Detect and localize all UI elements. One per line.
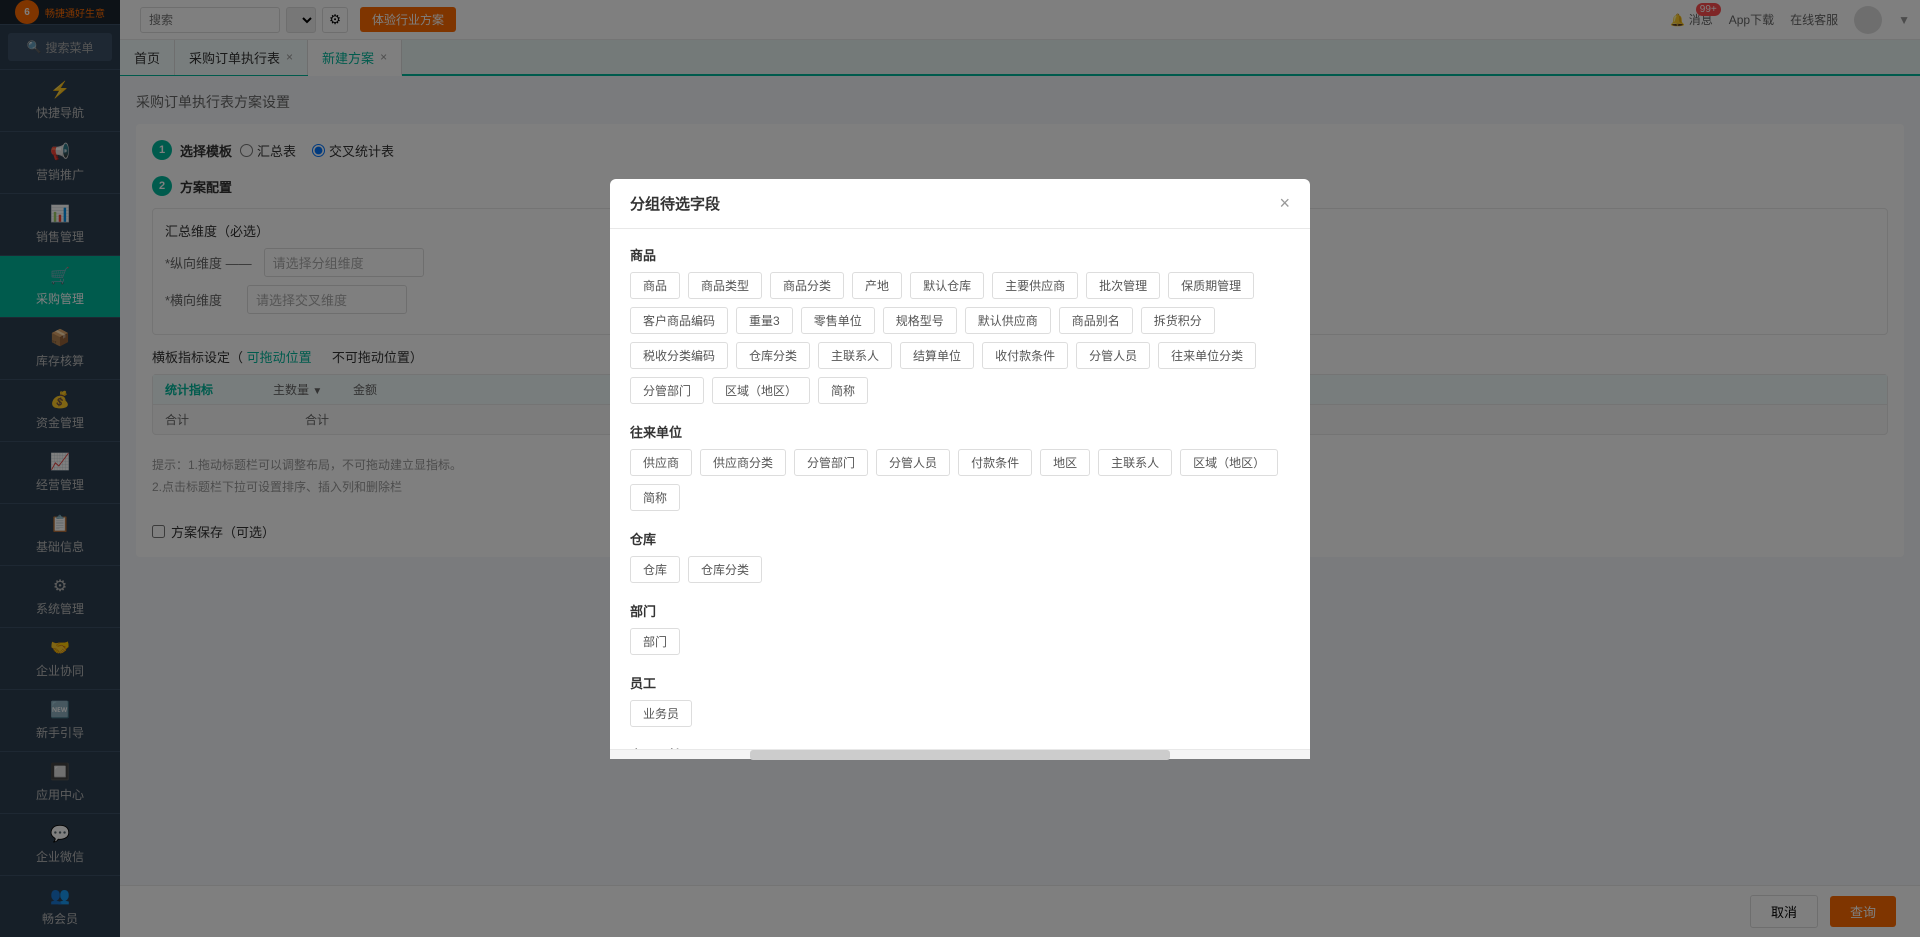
field-tag-0-9[interactable]: 重量3 [736,307,793,334]
field-list-4: 业务员 [630,700,1290,727]
field-tag-0-12[interactable]: 默认供应商 [965,307,1051,334]
field-tag-0-13[interactable]: 商品别名 [1059,307,1133,334]
field-tag-0-1[interactable]: 商品类型 [688,272,762,299]
modal-title: 分组待选字段 [630,193,720,214]
field-tag-0-14[interactable]: 拆货积分 [1141,307,1215,334]
modal-close-button[interactable]: × [1279,193,1290,214]
field-tag-1-3[interactable]: 分管人员 [876,449,950,476]
field-tag-0-4[interactable]: 默认仓库 [910,272,984,299]
field-group-2: 仓库仓库仓库分类 [630,529,1290,583]
field-tag-1-1[interactable]: 供应商分类 [700,449,786,476]
field-tag-1-6[interactable]: 主联系人 [1098,449,1172,476]
field-tag-0-20[interactable]: 分管人员 [1076,342,1150,369]
field-group-3: 部门部门 [630,601,1290,655]
field-group-title-1: 往来单位 [630,422,1290,441]
scrollbar-thumb [750,750,1170,760]
field-group-4: 员工业务员 [630,673,1290,727]
field-tag-1-4[interactable]: 付款条件 [958,449,1032,476]
field-tag-0-18[interactable]: 结算单位 [900,342,974,369]
field-tag-2-1[interactable]: 仓库分类 [688,556,762,583]
field-list-0: 商品商品类型商品分类产地默认仓库主要供应商批次管理保质期管理客户商品编码重量3 零… [630,272,1290,404]
field-tag-0-10[interactable]: 零售单位 [801,307,875,334]
field-tag-0-24[interactable]: 简称 [818,377,868,404]
field-tag-1-7[interactable]: 区域（地区） [1180,449,1278,476]
field-group-title-4: 员工 [630,673,1290,692]
field-tag-2-0[interactable]: 仓库 [630,556,680,583]
field-select-modal: 分组待选字段 × 商品商品商品类型商品分类产地默认仓库主要供应商批次管理保质期管… [610,179,1310,759]
field-list-3: 部门 [630,628,1290,655]
field-tag-0-21[interactable]: 往来单位分类 [1158,342,1256,369]
field-list-1: 供应商供应商分类分管部门分管人员付款条件地区主联系人区域（地区） 简称 [630,449,1290,511]
field-tag-0-3[interactable]: 产地 [852,272,902,299]
field-tag-0-8[interactable]: 客户商品编码 [630,307,728,334]
field-group-title-3: 部门 [630,601,1290,620]
field-tag-1-2[interactable]: 分管部门 [794,449,868,476]
field-list-2: 仓库仓库分类 [630,556,1290,583]
field-tag-0-2[interactable]: 商品分类 [770,272,844,299]
field-group-1: 往来单位供应商供应商分类分管部门分管人员付款条件地区主联系人区域（地区） 简称 [630,422,1290,511]
field-tag-4-0[interactable]: 业务员 [630,700,692,727]
field-tag-0-7[interactable]: 保质期管理 [1168,272,1254,299]
field-tag-3-0[interactable]: 部门 [630,628,680,655]
field-tag-0-0[interactable]: 商品 [630,272,680,299]
modal-overlay: 分组待选字段 × 商品商品商品类型商品分类产地默认仓库主要供应商批次管理保质期管… [0,0,1920,937]
field-tag-0-23[interactable]: 区域（地区） [712,377,810,404]
field-group-0: 商品商品商品类型商品分类产地默认仓库主要供应商批次管理保质期管理客户商品编码重量… [630,245,1290,404]
horizontal-scrollbar[interactable] [610,749,1310,759]
field-tag-1-5[interactable]: 地区 [1040,449,1090,476]
modal-header: 分组待选字段 × [610,179,1310,229]
field-tag-1-8[interactable]: 简称 [630,484,680,511]
field-tag-0-17[interactable]: 主联系人 [818,342,892,369]
field-tag-0-6[interactable]: 批次管理 [1086,272,1160,299]
field-tag-0-22[interactable]: 分管部门 [630,377,704,404]
modal-body[interactable]: 商品商品商品类型商品分类产地默认仓库主要供应商批次管理保质期管理客户商品编码重量… [610,229,1310,749]
field-tag-0-11[interactable]: 规格型号 [883,307,957,334]
field-group-title-0: 商品 [630,245,1290,264]
field-tag-0-15[interactable]: 税收分类编码 [630,342,728,369]
field-tag-1-0[interactable]: 供应商 [630,449,692,476]
field-tag-0-19[interactable]: 收付款条件 [982,342,1068,369]
field-tag-0-5[interactable]: 主要供应商 [992,272,1078,299]
field-group-title-2: 仓库 [630,529,1290,548]
field-tag-0-16[interactable]: 仓库分类 [736,342,810,369]
close-icon: × [1279,193,1290,213]
